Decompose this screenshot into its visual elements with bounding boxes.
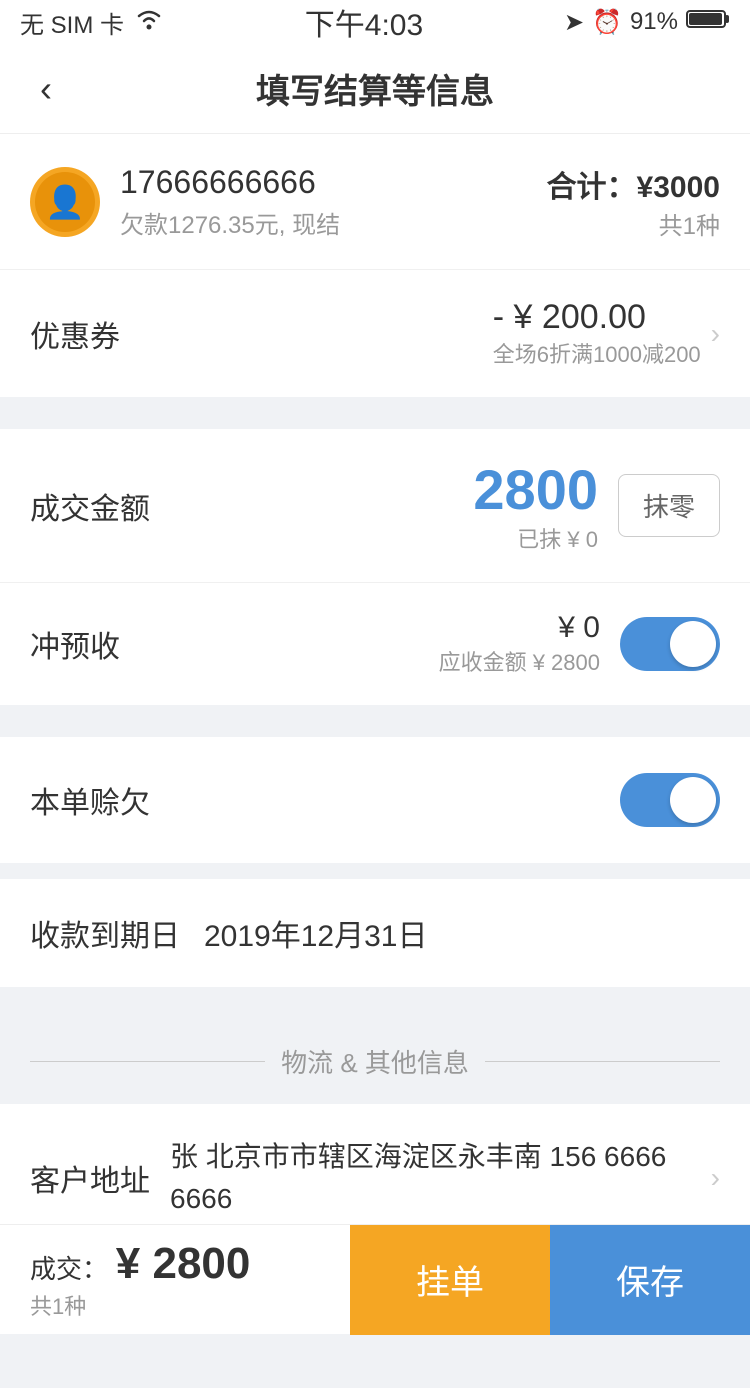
bottom-total-label: 成交： [30, 1254, 108, 1284]
amount-right: 2800 已抹 ¥ 0 抹零 [473, 457, 720, 554]
section-line-left [30, 1061, 265, 1062]
status-right: ➤ ⏰ 91% [564, 8, 730, 37]
coupon-label: 优惠券 [30, 312, 120, 356]
separator-2 [0, 721, 750, 737]
bottom-bar: 成交： ¥ 2800 共1种 挂单 保存 [0, 1224, 750, 1334]
debt-label: 本单赊欠 [30, 778, 150, 822]
duedate-label: 收款到期日 [30, 911, 180, 955]
debt-toggle-knob [670, 777, 716, 823]
battery-label: 91% [630, 8, 678, 36]
customer-phone: 17666666666 [120, 164, 340, 201]
prepay-sub: 应收金额 ¥ 2800 [439, 645, 600, 677]
nav-bar: ‹ 填写结算等信息 [0, 44, 750, 134]
amount-value: 2800 [473, 457, 598, 522]
time-label: 下午4:03 [305, 0, 423, 44]
bottom-count: 共1种 [30, 1289, 320, 1321]
customer-info: 17666666666 欠款1276.35元, 现结 [120, 164, 340, 240]
separator-3 [0, 1003, 750, 1019]
avatar: 👤 [30, 167, 100, 237]
prepay-toggle[interactable] [620, 617, 720, 671]
duedate-row: 收款到期日 2019年12月31日 [0, 879, 750, 987]
round-button[interactable]: 抹零 [618, 474, 720, 537]
wifi-icon [134, 8, 164, 37]
prepay-label: 冲预收 [30, 622, 120, 666]
carrier-label: 无 SIM 卡 [20, 5, 124, 40]
coupon-desc: 全场6折满1000减200 [493, 337, 701, 369]
total-count: 共1种 [547, 206, 720, 241]
logistics-section-header: 物流 & 其他信息 [0, 1019, 750, 1104]
page-title: 填写结算等信息 [256, 64, 494, 113]
total-amount: 合计：¥3000 [547, 162, 720, 206]
section-line-right [485, 1061, 720, 1062]
toggle-knob [670, 621, 716, 667]
coupon-discount: - ¥ 200.00 [493, 298, 701, 337]
hang-button[interactable]: 挂单 [350, 1225, 550, 1335]
address-chevron-icon: › [711, 1162, 720, 1194]
battery-icon [686, 8, 730, 37]
save-button[interactable]: 保存 [550, 1225, 750, 1335]
address-value: 张 北京市市辖区海淀区永丰南 156 6666 6666 [170, 1136, 711, 1220]
amount-sub: 已抹 ¥ 0 [473, 522, 598, 554]
customer-right: 合计：¥3000 共1种 [547, 162, 720, 241]
user-icon: 👤 [45, 183, 85, 221]
section-title: 物流 & 其他信息 [281, 1043, 469, 1080]
amount-row: 成交金额 2800 已抹 ¥ 0 抹零 [0, 429, 750, 583]
customer-debt: 欠款1276.35元, 现结 [120, 205, 340, 240]
prepay-row: 冲预收 ¥ 0 应收金额 ¥ 2800 [0, 583, 750, 705]
customer-row: 👤 17666666666 欠款1276.35元, 现结 合计：¥3000 共1… [0, 134, 750, 269]
status-bar: 无 SIM 卡 下午4:03 ➤ ⏰ 91% [0, 0, 750, 44]
amount-section: 成交金额 2800 已抹 ¥ 0 抹零 冲预收 ¥ 0 应收金额 ¥ 2800 [0, 429, 750, 705]
duedate-value: 2019年12月31日 [204, 911, 427, 955]
content: 👤 17666666666 欠款1276.35元, 现结 合计：¥3000 共1… [0, 134, 750, 1388]
prepay-right: ¥ 0 应收金额 ¥ 2800 [439, 611, 720, 677]
customer-left: 👤 17666666666 欠款1276.35元, 现结 [30, 164, 340, 240]
debt-toggle[interactable] [620, 773, 720, 827]
bottom-total-amount: ¥ 2800 [116, 1239, 251, 1288]
back-button[interactable]: ‹ [30, 58, 62, 120]
prepay-value: ¥ 0 [439, 611, 600, 645]
bottom-info: 成交： ¥ 2800 共1种 [0, 1239, 350, 1321]
separator-1 [0, 413, 750, 429]
amount-label: 成交金额 [30, 484, 150, 528]
chevron-right-icon: › [711, 318, 720, 350]
coupon-row[interactable]: 优惠券 - ¥ 200.00 全场6折满1000减200 › [0, 269, 750, 397]
debt-row: 本单赊欠 [0, 737, 750, 863]
alarm-icon: ⏰ [592, 8, 622, 37]
customer-card: 👤 17666666666 欠款1276.35元, 现结 合计：¥3000 共1… [0, 134, 750, 397]
status-left: 无 SIM 卡 [20, 5, 164, 40]
coupon-right: - ¥ 200.00 全场6折满1000减200 › [493, 298, 720, 369]
location-icon: ➤ [564, 8, 584, 37]
address-label: 客户地址 [30, 1156, 150, 1200]
